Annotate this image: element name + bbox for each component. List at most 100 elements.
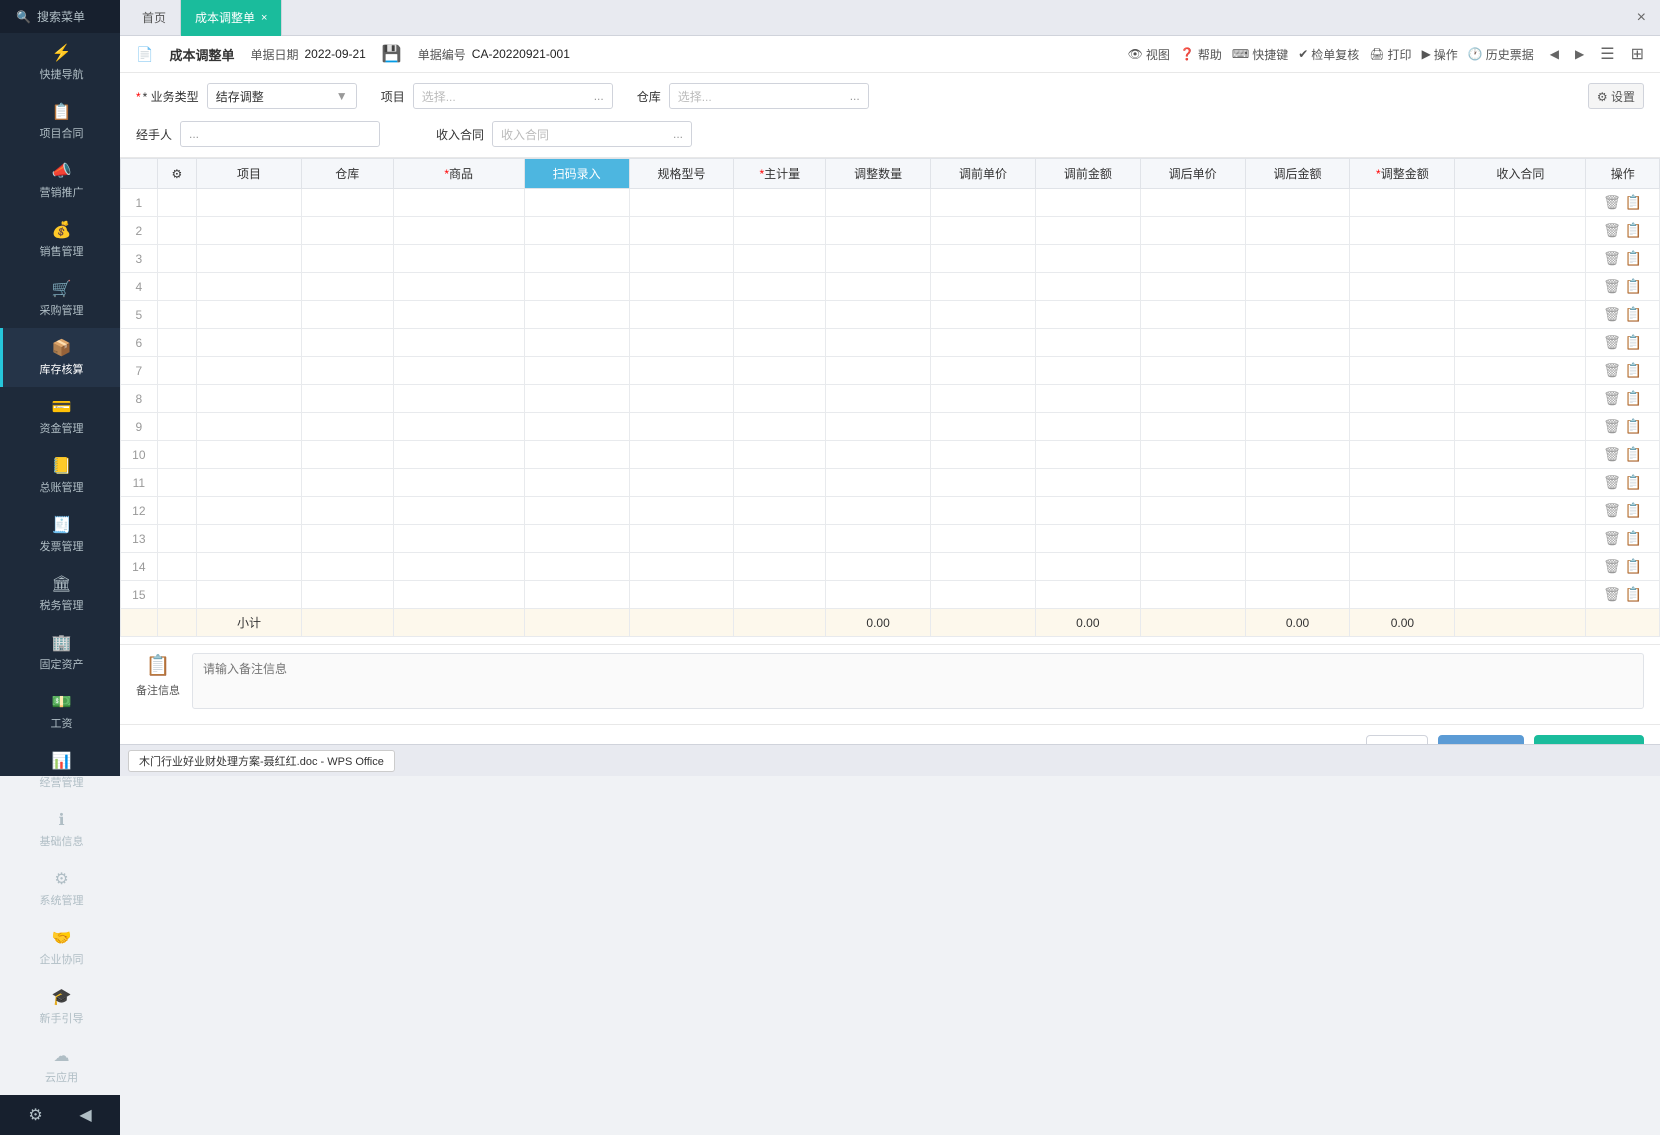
cell-14-product[interactable]: [393, 553, 524, 581]
sidebar-item-inventory[interactable]: 📦库存核算: [0, 328, 120, 387]
cell-2-adj_qty[interactable]: [826, 217, 931, 245]
cell-7-settings[interactable]: [157, 357, 196, 385]
cell-1-post_amount[interactable]: [1245, 189, 1350, 217]
row-14-delete-button[interactable]: 🗑: [1601, 558, 1623, 575]
row-12-copy-button[interactable]: 📋: [1623, 502, 1644, 519]
cell-4-project[interactable]: [197, 273, 302, 301]
cell-2-scan[interactable]: [524, 217, 629, 245]
tab-home[interactable]: 首页: [128, 0, 181, 36]
cell-9-pre_price[interactable]: [931, 413, 1036, 441]
cell-12-adj_qty[interactable]: [826, 497, 931, 525]
cell-10-pre_amount[interactable]: [1035, 441, 1140, 469]
row-15-copy-button[interactable]: 📋: [1623, 586, 1644, 603]
cell-2-spec[interactable]: [629, 217, 734, 245]
cell-13-scan[interactable]: [524, 525, 629, 553]
cell-11-settings[interactable]: [157, 469, 196, 497]
cell-10-scan[interactable]: [524, 441, 629, 469]
cell-13-adj_qty[interactable]: [826, 525, 931, 553]
cell-9-warehouse[interactable]: [301, 413, 393, 441]
cell-15-spec[interactable]: [629, 581, 734, 609]
tab-cost-adjust[interactable]: 成本调整单×: [181, 0, 282, 36]
cell-11-post_amount[interactable]: [1245, 469, 1350, 497]
doc-action-operate[interactable]: ▶操作: [1422, 46, 1458, 63]
row-2-copy-button[interactable]: 📋: [1623, 222, 1644, 239]
cell-12-product[interactable]: [393, 497, 524, 525]
cell-4-product[interactable]: [393, 273, 524, 301]
cell-6-post_amount[interactable]: [1245, 329, 1350, 357]
cell-10-warehouse[interactable]: [301, 441, 393, 469]
cell-5-product[interactable]: [393, 301, 524, 329]
cell-9-post_price[interactable]: [1140, 413, 1245, 441]
cell-13-post_price[interactable]: [1140, 525, 1245, 553]
collapse-icon[interactable]: ◀: [79, 1105, 91, 1125]
cell-8-post_price[interactable]: [1140, 385, 1245, 413]
cell-5-spec[interactable]: [629, 301, 734, 329]
row-5-copy-button[interactable]: 📋: [1623, 306, 1644, 323]
sidebar-item-sales-mgmt[interactable]: 💰销售管理: [0, 210, 120, 269]
cell-2-post_amount[interactable]: [1245, 217, 1350, 245]
cell-14-pre_price[interactable]: [931, 553, 1036, 581]
cell-7-post_price[interactable]: [1140, 357, 1245, 385]
cell-1-post_price[interactable]: [1140, 189, 1245, 217]
row-1-delete-button[interactable]: 🗑: [1601, 194, 1623, 211]
row-10-copy-button[interactable]: 📋: [1623, 446, 1644, 463]
cell-10-pre_price[interactable]: [931, 441, 1036, 469]
cell-14-adj_amount[interactable]: [1350, 553, 1455, 581]
sidebar-item-ledger-mgmt[interactable]: 📒总账管理: [0, 446, 120, 505]
cell-8-unit[interactable]: [734, 385, 826, 413]
sidebar-item-purchase-mgmt[interactable]: 🛒采购管理: [0, 269, 120, 328]
cell-11-spec[interactable]: [629, 469, 734, 497]
cell-5-warehouse[interactable]: [301, 301, 393, 329]
cell-12-unit[interactable]: [734, 497, 826, 525]
cell-7-project[interactable]: [197, 357, 302, 385]
cell-3-pre_price[interactable]: [931, 245, 1036, 273]
handler-input[interactable]: ...: [180, 121, 380, 147]
cell-1-adj_amount[interactable]: [1350, 189, 1455, 217]
cell-10-unit[interactable]: [734, 441, 826, 469]
sidebar-item-salary[interactable]: 💵工资: [0, 682, 120, 741]
cell-6-pre_amount[interactable]: [1035, 329, 1140, 357]
cell-8-pre_price[interactable]: [931, 385, 1036, 413]
cell-8-income_contract[interactable]: [1455, 385, 1586, 413]
sidebar-item-system-mgmt[interactable]: ⚙系统管理: [0, 859, 120, 918]
cell-5-pre_price[interactable]: [931, 301, 1036, 329]
cell-6-income_contract[interactable]: [1455, 329, 1586, 357]
row-4-copy-button[interactable]: 📋: [1623, 278, 1644, 295]
cell-9-product[interactable]: [393, 413, 524, 441]
cell-6-post_price[interactable]: [1140, 329, 1245, 357]
cell-11-adj_qty[interactable]: [826, 469, 931, 497]
cell-12-warehouse[interactable]: [301, 497, 393, 525]
cell-4-post_amount[interactable]: [1245, 273, 1350, 301]
cell-10-spec[interactable]: [629, 441, 734, 469]
cell-6-warehouse[interactable]: [301, 329, 393, 357]
cell-3-scan[interactable]: [524, 245, 629, 273]
cell-5-income_contract[interactable]: [1455, 301, 1586, 329]
cell-9-pre_amount[interactable]: [1035, 413, 1140, 441]
cell-3-project[interactable]: [197, 245, 302, 273]
cell-5-unit[interactable]: [734, 301, 826, 329]
cell-1-scan[interactable]: [524, 189, 629, 217]
cell-9-scan[interactable]: [524, 413, 629, 441]
cell-15-scan[interactable]: [524, 581, 629, 609]
cell-3-settings[interactable]: [157, 245, 196, 273]
cell-11-pre_price[interactable]: [931, 469, 1036, 497]
settings-button[interactable]: ⚙ 设置: [1588, 83, 1644, 109]
row-6-delete-button[interactable]: 🗑: [1601, 334, 1623, 351]
cell-10-post_amount[interactable]: [1245, 441, 1350, 469]
cell-6-product[interactable]: [393, 329, 524, 357]
cell-5-adj_amount[interactable]: [1350, 301, 1455, 329]
cell-14-adj_qty[interactable]: [826, 553, 931, 581]
sidebar-item-ops-mgmt[interactable]: 📊经营管理: [0, 741, 120, 800]
row-8-copy-button[interactable]: 📋: [1623, 390, 1644, 407]
row-9-copy-button[interactable]: 📋: [1623, 418, 1644, 435]
cell-1-unit[interactable]: [734, 189, 826, 217]
cell-5-post_price[interactable]: [1140, 301, 1245, 329]
cell-11-adj_amount[interactable]: [1350, 469, 1455, 497]
cell-11-warehouse[interactable]: [301, 469, 393, 497]
sidebar-item-cloud-apps[interactable]: ☁云应用: [0, 1036, 120, 1095]
cell-7-income_contract[interactable]: [1455, 357, 1586, 385]
row-9-delete-button[interactable]: 🗑: [1601, 418, 1623, 435]
sidebar-item-quick-nav[interactable]: ⚡快捷导航: [0, 33, 120, 92]
cell-1-income_contract[interactable]: [1455, 189, 1586, 217]
doc-action-history[interactable]: 🕐历史票据: [1468, 46, 1534, 63]
